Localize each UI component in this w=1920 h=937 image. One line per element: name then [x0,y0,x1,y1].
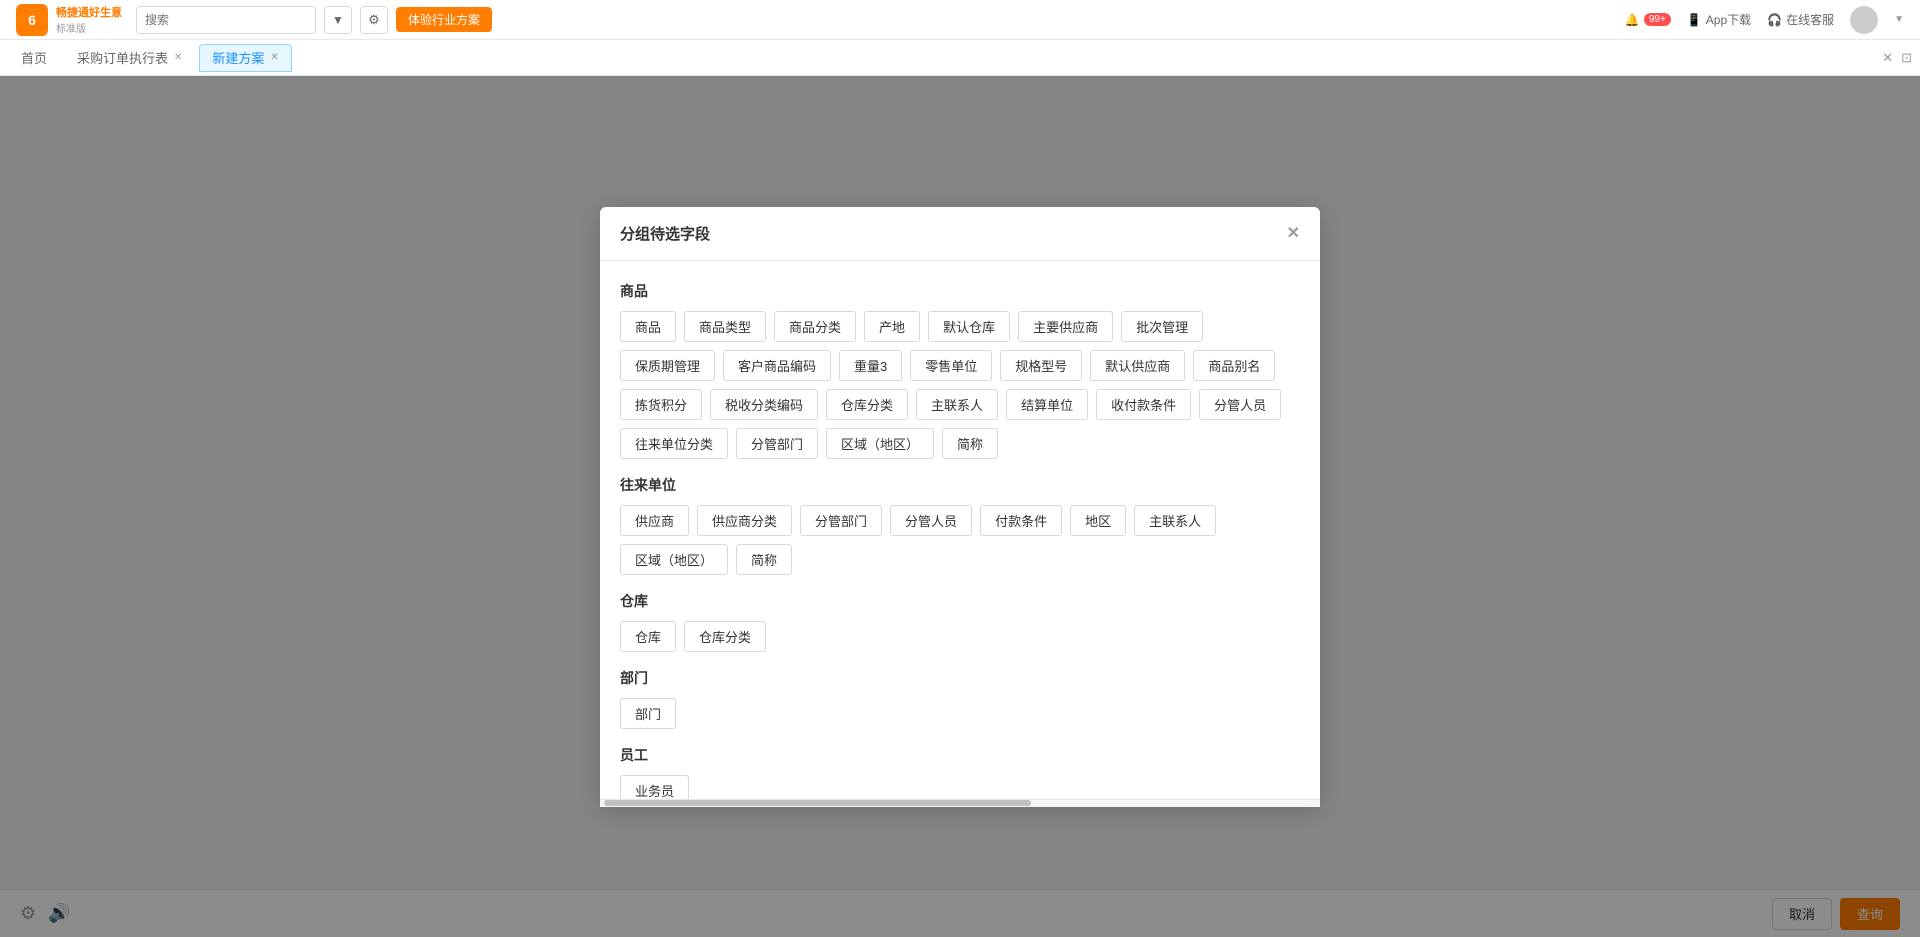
tab-home[interactable]: 首页 [8,44,60,72]
field-chips-employee: 业务员 [620,775,1300,799]
field-chip-goods-category[interactable]: 商品分类 [774,311,856,342]
field-chip-shelf-life[interactable]: 保质期管理 [620,350,715,381]
headset-icon: 🎧 [1767,13,1782,27]
section-title-goods: 商品 [620,281,1300,301]
field-chip-spec-model[interactable]: 规格型号 [1000,350,1082,381]
modal-body: 商品 商品 商品类型 商品分类 产地 默认仓库 主要供应商 批次管理 保质期管理… [600,261,1320,799]
field-chip-goods[interactable]: 商品 [620,311,676,342]
field-chip-partner-region[interactable]: 区域（地区） [620,544,728,575]
field-chip-supervisor[interactable]: 分管人员 [1199,389,1281,420]
tab-purchase-execution[interactable]: 采购订单执行表 ✕ [64,44,195,72]
header-search-input[interactable] [136,6,316,34]
tab-new-plan[interactable]: 新建方案 ✕ [199,44,291,72]
field-chip-main-contact[interactable]: 主联系人 [916,389,998,420]
modal-header: 分组待选字段 ✕ [600,207,1320,261]
field-chip-goods-type[interactable]: 商品类型 [684,311,766,342]
field-chip-main-supplier[interactable]: 主要供应商 [1018,311,1113,342]
header-dropdown-btn[interactable]: ▼ [324,6,352,34]
tab-new-plan-label: 新建方案 [212,48,264,67]
field-chip-pick-score[interactable]: 拣货积分 [620,389,702,420]
modal-overlay: 6 畅捷通好生意 标准版 ▼ ⚙ 体验行业方案 🔔 [0,0,1920,937]
field-chip-short-name[interactable]: 简称 [942,428,998,459]
field-chip-department[interactable]: 部门 [620,698,676,729]
tab-collapse-icon[interactable]: ✕ [1882,50,1893,66]
field-chip-default-warehouse[interactable]: 默认仓库 [928,311,1010,342]
experience-btn[interactable]: 体验行业方案 [396,7,492,32]
modal-hscroll [600,799,1320,807]
field-chip-tax-code[interactable]: 税收分类编码 [710,389,818,420]
field-chip-warehouse-cat[interactable]: 仓库分类 [684,621,766,652]
logo-name: 畅捷通好生意 [56,4,122,20]
field-chip-warehouse[interactable]: 仓库 [620,621,676,652]
logo-tagline: 标准版 [56,20,122,35]
user-avatar[interactable] [1850,6,1878,34]
field-chip-partner-short[interactable]: 简称 [736,544,792,575]
field-chips-warehouse: 仓库 仓库分类 [620,621,1300,652]
field-chip-settlement-unit[interactable]: 结算单位 [1006,389,1088,420]
section-title-partner: 往来单位 [620,475,1300,495]
section-title-department: 部门 [620,668,1300,688]
field-chip-alias[interactable]: 商品别名 [1193,350,1275,381]
field-chip-default-supplier[interactable]: 默认供应商 [1090,350,1185,381]
header-center: ▼ ⚙ 体验行业方案 [136,6,1625,34]
field-chips-department: 部门 [620,698,1300,729]
tab-new-plan-close[interactable]: ✕ [270,52,278,63]
section-title-employee: 员工 [620,745,1300,765]
modal-close-btn[interactable]: ✕ [1287,223,1300,243]
tab-bar: 首页 采购订单执行表 ✕ 新建方案 ✕ ✕ ⊡ [0,40,1920,76]
field-chip-sales[interactable]: 业务员 [620,775,689,799]
header-right: 🔔 99+ 📱 App下载 🎧 在线客服 ▼ [1625,6,1904,34]
field-chip-supplier[interactable]: 供应商 [620,505,689,536]
notification-btn[interactable]: 🔔 99+ [1625,13,1671,27]
app-header: 6 畅捷通好生意 标准版 ▼ ⚙ 体验行业方案 🔔 [0,0,1920,40]
field-chip-partner-category[interactable]: 往来单位分类 [620,428,728,459]
app-download-btn[interactable]: 📱 App下载 [1687,11,1751,28]
bell-icon: 🔔 [1625,13,1640,27]
modal-title: 分组待选字段 [620,223,710,244]
tab-purchase-close[interactable]: ✕ [174,52,182,63]
logo-icon: 6 [16,4,48,36]
field-chip-area[interactable]: 地区 [1070,505,1126,536]
hscroll-thumb[interactable] [604,800,1031,806]
field-chip-partner-supervisor[interactable]: 分管人员 [890,505,972,536]
field-chip-retail-unit[interactable]: 零售单位 [910,350,992,381]
field-chip-payment-terms[interactable]: 收付款条件 [1096,389,1191,420]
tab-home-label: 首页 [21,48,47,67]
mobile-icon: 📱 [1687,13,1702,27]
notification-badge: 99+ [1644,13,1671,26]
field-chip-batch-management[interactable]: 批次管理 [1121,311,1203,342]
field-chip-partner-contact[interactable]: 主联系人 [1134,505,1216,536]
online-service-btn[interactable]: 🎧 在线客服 [1767,11,1834,28]
gear-icon: ⚙ [368,12,380,28]
field-chip-dept[interactable]: 分管部门 [736,428,818,459]
field-chip-supplier-category[interactable]: 供应商分类 [697,505,792,536]
field-chip-partner-dept[interactable]: 分管部门 [800,505,882,536]
chevron-down-icon: ▼ [1894,14,1904,25]
section-title-warehouse: 仓库 [620,591,1300,611]
logo-area: 6 畅捷通好生意 标准版 [16,4,136,36]
field-chip-customer-code[interactable]: 客户商品编码 [723,350,831,381]
field-chips-goods: 商品 商品类型 商品分类 产地 默认仓库 主要供应商 批次管理 保质期管理 客户… [620,311,1300,459]
field-chip-region[interactable]: 区域（地区） [826,428,934,459]
header-gear-btn[interactable]: ⚙ [360,6,388,34]
field-chip-warehouse-category[interactable]: 仓库分类 [826,389,908,420]
field-chip-pay-terms[interactable]: 付款条件 [980,505,1062,536]
tab-purchase-label: 采购订单执行表 [77,48,168,67]
field-chip-weight3[interactable]: 重量3 [839,350,902,381]
field-chip-origin[interactable]: 产地 [864,311,920,342]
field-selection-modal: 分组待选字段 ✕ 商品 商品 商品类型 商品分类 产地 默认仓库 主要供应商 批… [600,207,1320,807]
tab-expand-icon[interactable]: ⊡ [1901,50,1912,66]
field-chips-partner: 供应商 供应商分类 分管部门 分管人员 付款条件 地区 主联系人 区域（地区） … [620,505,1300,575]
